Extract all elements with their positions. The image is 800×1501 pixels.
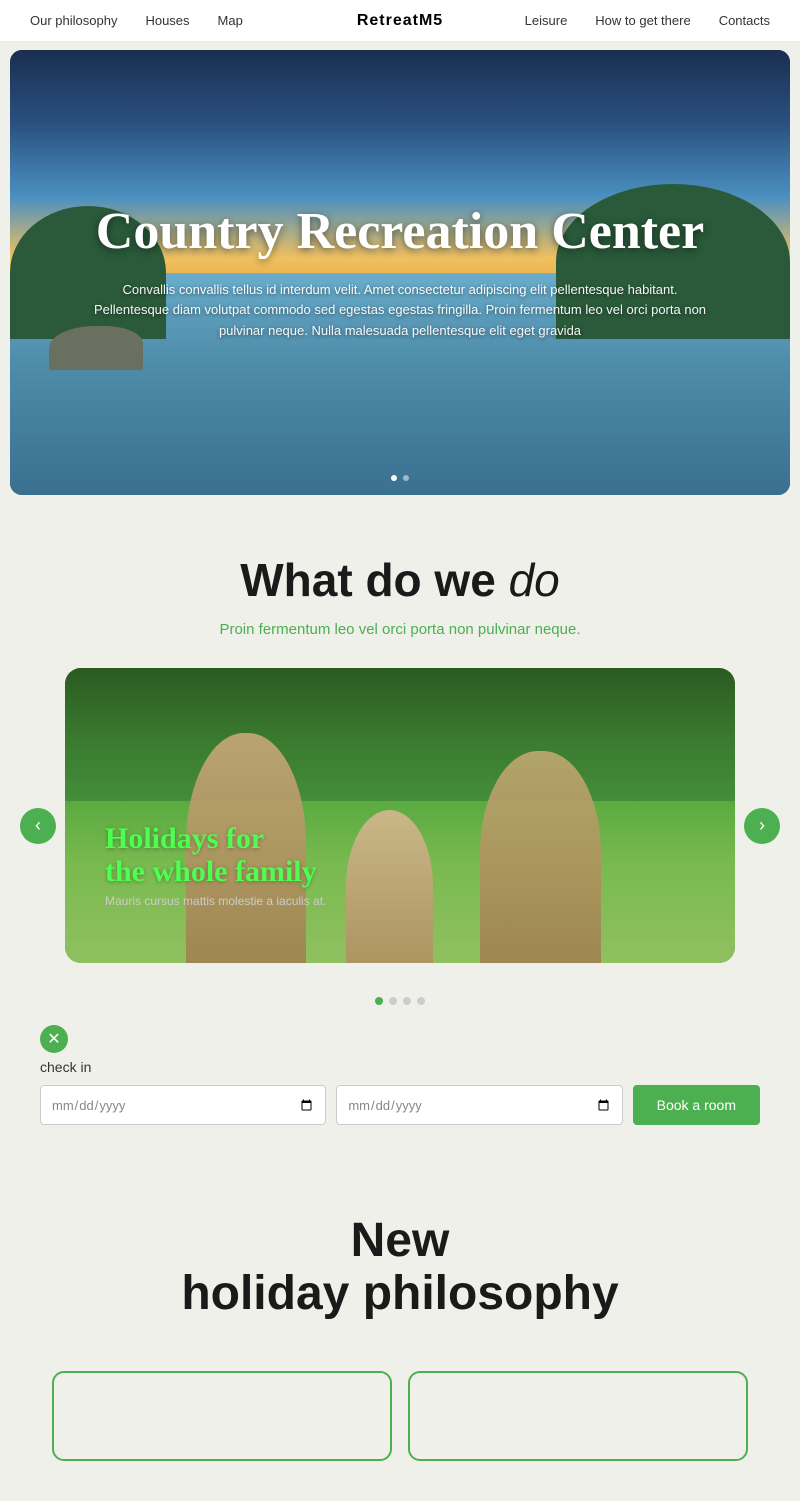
nav-right: Leisure How to get there Contacts [525, 13, 770, 28]
hero-dot-2[interactable] [403, 475, 409, 481]
what-subtext: Proin fermentum leo vel orci porta non p… [20, 621, 780, 638]
carousel-image [65, 668, 735, 963]
philosophy-heading: New holiday philosophy [20, 1215, 780, 1321]
carousel-next-button[interactable]: › [744, 808, 780, 844]
checkin-date-input[interactable] [40, 1085, 326, 1125]
booking-icon: ✕ [40, 1025, 68, 1053]
nav-left: Our philosophy Houses Map [30, 13, 243, 28]
carousel-dot-2[interactable] [389, 997, 397, 1005]
booking-row: Book a room [40, 1085, 760, 1125]
nav-brand[interactable]: RetreatM5 [357, 12, 443, 30]
carousel-overlay-text: Holidays for the whole family Mauris cur… [105, 822, 326, 908]
nav-link-howtoget[interactable]: How to get there [595, 13, 690, 28]
card-2[interactable] [408, 1371, 748, 1461]
nav-link-houses[interactable]: Houses [145, 13, 189, 28]
carousel-prev-button[interactable]: ‹ [20, 808, 56, 844]
carousel-dot-4[interactable] [417, 997, 425, 1005]
nav-link-philosophy[interactable]: Our philosophy [30, 13, 117, 28]
booking-label: check in [40, 1059, 760, 1075]
hero-section: Country Recreation Center Convallis conv… [10, 50, 790, 495]
carousel-slide-title: Holidays for the whole family [105, 822, 326, 888]
what-heading: What do we do [20, 553, 780, 607]
nav-link-contacts[interactable]: Contacts [719, 13, 770, 28]
person-right-figure [480, 751, 601, 963]
checkout-date-input[interactable] [336, 1085, 622, 1125]
booking-section: ✕ check in Book a room [0, 1005, 800, 1165]
nav-link-leisure[interactable]: Leisure [525, 13, 568, 28]
carousel-container: Holidays for the whole family Mauris cur… [65, 668, 735, 963]
cards-row [0, 1351, 800, 1501]
philosophy-section: New holiday philosophy [0, 1165, 800, 1351]
hero-dots [391, 475, 409, 481]
hero-text-block: Country Recreation Center Convallis conv… [88, 203, 712, 343]
hero-description: Convallis convallis tellus id interdum v… [88, 280, 712, 342]
hero-title: Country Recreation Center [88, 203, 712, 260]
carousel-slide-subtitle: Mauris cursus mattis molestie a iaculis … [105, 894, 326, 908]
book-room-button[interactable]: Book a room [633, 1085, 760, 1125]
carousel-section: ‹ Holidays for the whole family Mauris c… [0, 668, 800, 983]
person-center-figure [346, 810, 433, 963]
nav-link-map[interactable]: Map [218, 13, 243, 28]
carousel-dot-1[interactable] [375, 997, 383, 1005]
hero-dot-1[interactable] [391, 475, 397, 481]
carousel-dot-3[interactable] [403, 997, 411, 1005]
what-section: What do we do Proin fermentum leo vel or… [0, 503, 800, 668]
carousel-dots [0, 997, 800, 1005]
navigation: Our philosophy Houses Map RetreatM5 Leis… [0, 0, 800, 42]
card-1[interactable] [52, 1371, 392, 1461]
